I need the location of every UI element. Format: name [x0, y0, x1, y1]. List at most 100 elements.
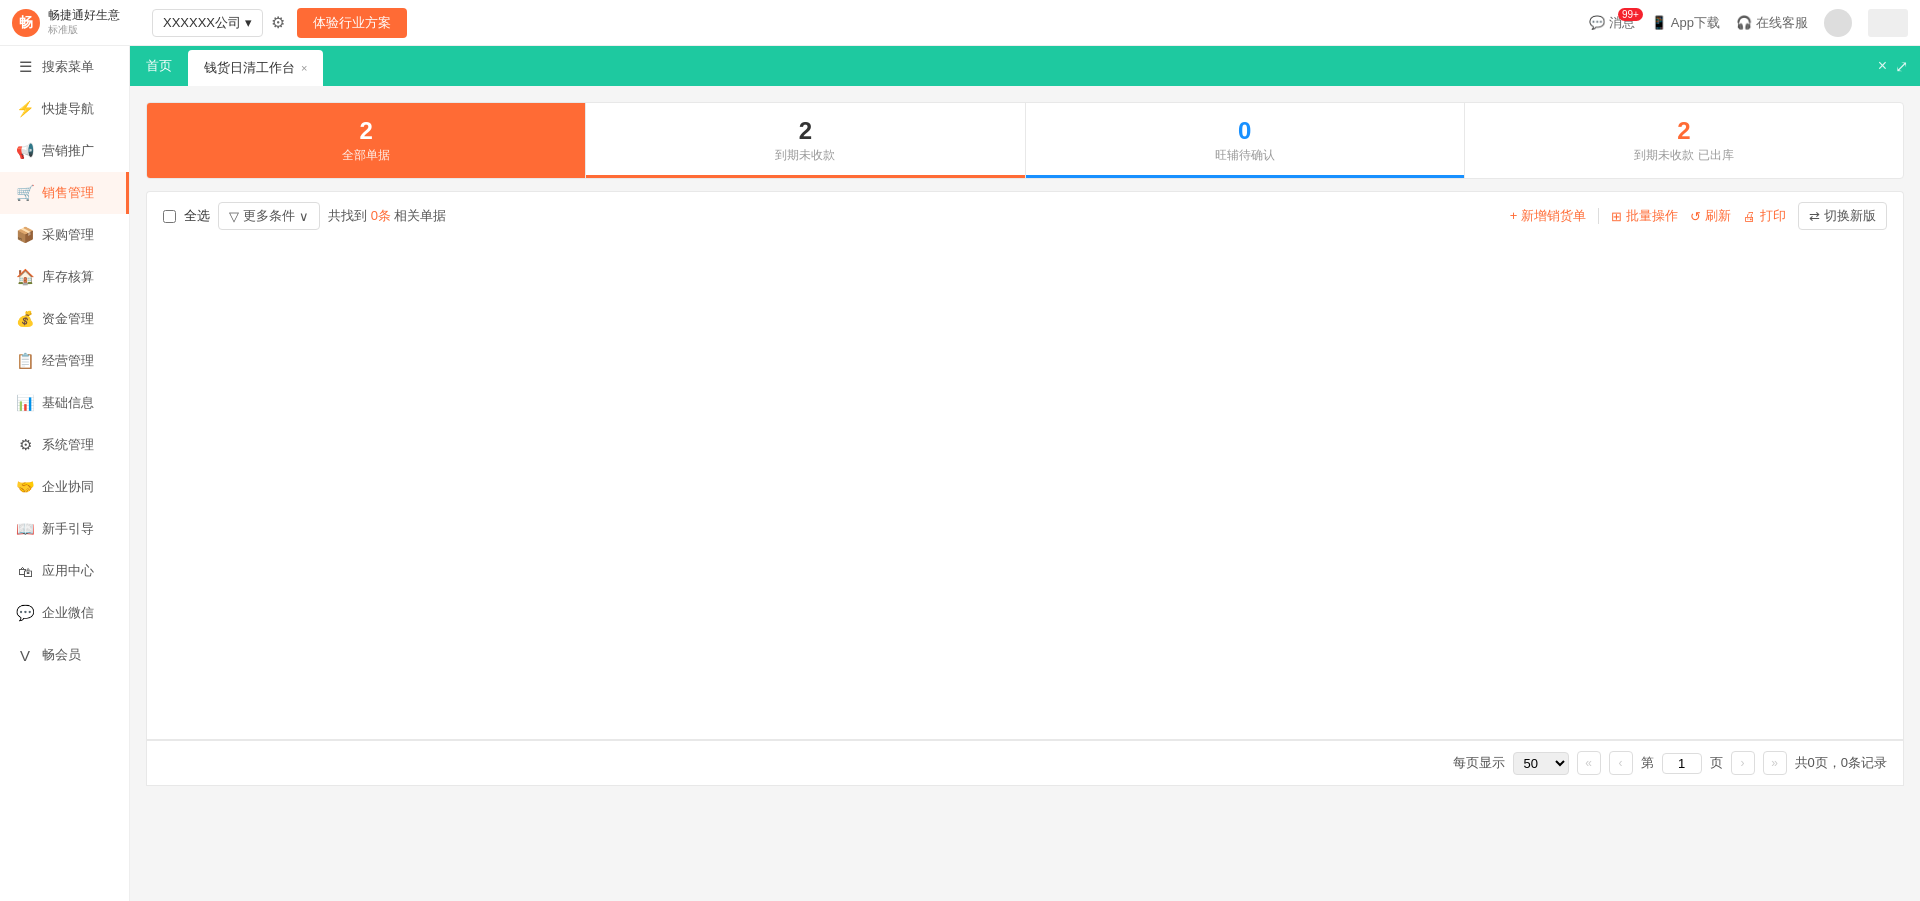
search-icon: ☰ [16, 58, 34, 76]
sidebar-item-wechat[interactable]: 💬 企业微信 [0, 592, 129, 634]
divider [1598, 208, 1599, 224]
sidebar-label-apps: 应用中心 [42, 562, 94, 580]
app-download-button[interactable]: 📱 App下载 [1651, 14, 1720, 32]
tab-close-icon[interactable]: × [301, 62, 307, 74]
switch-version-button[interactable]: ⇄ 切换新版 [1798, 202, 1887, 230]
batch-label: 批量操作 [1626, 207, 1678, 225]
tab-home-label: 首页 [146, 57, 172, 75]
pagination-bar: 每页显示 50 100 200 « ‹ 第 页 › » 共0页，0条记录 [146, 740, 1904, 786]
batch-operation-button[interactable]: ⊞ 批量操作 [1611, 207, 1678, 225]
tab-expand-icon[interactable]: ⤢ [1895, 57, 1908, 76]
page-number-input[interactable] [1662, 753, 1702, 774]
user-menu[interactable] [1868, 9, 1908, 37]
message-button[interactable]: 💬 消息 99+ [1589, 14, 1635, 32]
toolbar-left: 全选 ▽ 更多条件 ∨ 共找到 0条 相关单据 [163, 202, 1502, 230]
sidebar-item-quicknav[interactable]: ⚡ 快捷导航 [0, 88, 129, 130]
trial-button[interactable]: 体验行业方案 [297, 8, 407, 38]
stat-label-overdue: 到期未收款 [606, 147, 1004, 164]
per-page-select[interactable]: 50 100 200 [1513, 752, 1569, 775]
page-label: 第 [1641, 754, 1654, 772]
page-total: 共0页，0条记录 [1795, 754, 1887, 772]
message-badge: 99+ [1618, 8, 1643, 21]
batch-icon: ⊞ [1611, 209, 1622, 224]
print-label: 打印 [1760, 207, 1786, 225]
book-icon: 📖 [16, 520, 34, 538]
sidebar-item-search[interactable]: ☰ 搜索菜单 [0, 46, 129, 88]
warehouse-icon: 🏠 [16, 268, 34, 286]
service-icon: 🎧 [1736, 15, 1752, 30]
stat-num-pending: 0 [1046, 117, 1444, 145]
sidebar-label-marketing: 营销推广 [42, 142, 94, 160]
sidebar: ☰ 搜索菜单 ⚡ 快捷导航 📢 营销推广 🛒 销售管理 📦 采购管理 🏠 库存核… [0, 46, 130, 901]
print-icon: 🖨 [1743, 209, 1756, 224]
phone-icon: 📱 [1651, 15, 1667, 30]
found-text: 共找到 0条 相关单据 [328, 207, 446, 225]
sidebar-label-basic: 基础信息 [42, 394, 94, 412]
sidebar-item-purchase[interactable]: 📦 采购管理 [0, 214, 129, 256]
sidebar-item-member[interactable]: V 畅会员 [0, 634, 129, 676]
prev-page-button[interactable]: ‹ [1609, 751, 1633, 775]
select-all-checkbox[interactable] [163, 210, 176, 223]
tab-close-window-icon[interactable]: × [1878, 57, 1887, 75]
refresh-label: 刷新 [1705, 207, 1731, 225]
sidebar-item-sales[interactable]: 🛒 销售管理 [0, 172, 129, 214]
message-icon: 💬 [1589, 15, 1605, 30]
stat-cards: 2 全部单据 2 到期未收款 0 旺辅待确认 2 到期未收款 已出库 [146, 102, 1904, 179]
stat-num-all: 2 [167, 117, 565, 145]
found-count: 0条 [371, 208, 391, 223]
company-selector[interactable]: XXXXXX公司 ▾ [152, 9, 263, 37]
sidebar-item-system[interactable]: ⚙ 系统管理 [0, 424, 129, 466]
sidebar-label-search: 搜索菜单 [42, 58, 94, 76]
last-page-button[interactable]: » [1763, 751, 1787, 775]
sidebar-label-inventory: 库存核算 [42, 268, 94, 286]
tab-home[interactable]: 首页 [130, 46, 188, 86]
sidebar-item-marketing[interactable]: 📢 营销推广 [0, 130, 129, 172]
print-button[interactable]: 🖨 打印 [1743, 207, 1786, 225]
sidebar-item-operation[interactable]: 📋 经营管理 [0, 340, 129, 382]
filter-icon: ▽ [229, 209, 239, 224]
report-icon: 📋 [16, 352, 34, 370]
refresh-button[interactable]: ↺ 刷新 [1690, 207, 1731, 225]
select-all-label: 全选 [184, 207, 210, 225]
sidebar-item-apps[interactable]: 🛍 应用中心 [0, 550, 129, 592]
wechat-icon: 💬 [16, 604, 34, 622]
stat-label-pending: 旺辅待确认 [1046, 147, 1444, 164]
logo-version: 标准版 [48, 23, 120, 37]
company-name: XXXXXX公司 [163, 14, 241, 32]
sidebar-label-system: 系统管理 [42, 436, 94, 454]
header-right: 💬 消息 99+ 📱 App下载 🎧 在线客服 [1589, 9, 1908, 37]
stat-num-overdue: 2 [606, 117, 1004, 145]
stat-card-shipped[interactable]: 2 到期未收款 已出库 [1465, 103, 1903, 178]
first-page-button[interactable]: « [1577, 751, 1601, 775]
avatar[interactable] [1824, 9, 1852, 37]
table-icon: 📊 [16, 394, 34, 412]
filter-button[interactable]: ▽ 更多条件 ∨ [218, 202, 320, 230]
switch-label: 切换新版 [1824, 207, 1876, 225]
sidebar-item-basic[interactable]: 📊 基础信息 [0, 382, 129, 424]
sidebar-label-member: 畅会员 [42, 646, 81, 664]
apps-icon: 🛍 [16, 563, 34, 580]
chevron-down-icon: ▾ [245, 15, 252, 30]
box-icon: 📦 [16, 226, 34, 244]
settings-icon[interactable]: ⚙ [271, 13, 285, 32]
sidebar-label-wechat: 企业微信 [42, 604, 94, 622]
tab-workbench-label: 钱货日清工作台 [204, 59, 295, 77]
stat-label-shipped: 到期未收款 已出库 [1485, 147, 1883, 164]
table-area [146, 240, 1904, 740]
logo-text: 畅捷通好生意 [48, 8, 120, 24]
tab-workbench[interactable]: 钱货日清工作台 × [188, 50, 323, 86]
stat-card-overdue[interactable]: 2 到期未收款 [586, 103, 1025, 178]
sidebar-item-finance[interactable]: 💰 资金管理 [0, 298, 129, 340]
stat-card-pending[interactable]: 0 旺辅待确认 [1026, 103, 1465, 178]
sidebar-item-guide[interactable]: 📖 新手引导 [0, 508, 129, 550]
filter-label: 更多条件 [243, 207, 295, 225]
sidebar-item-inventory[interactable]: 🏠 库存核算 [0, 256, 129, 298]
sidebar-item-enterprise[interactable]: 🤝 企业协同 [0, 466, 129, 508]
tab-bar-actions: × ⤢ [1878, 57, 1920, 76]
next-page-button[interactable]: › [1731, 751, 1755, 775]
stat-card-all[interactable]: 2 全部单据 [147, 103, 586, 178]
online-service-button[interactable]: 🎧 在线客服 [1736, 14, 1808, 32]
gear-icon: ⚙ [16, 436, 34, 454]
add-sales-order-button[interactable]: + 新增销货单 [1510, 207, 1586, 225]
money-icon: 💰 [16, 310, 34, 328]
